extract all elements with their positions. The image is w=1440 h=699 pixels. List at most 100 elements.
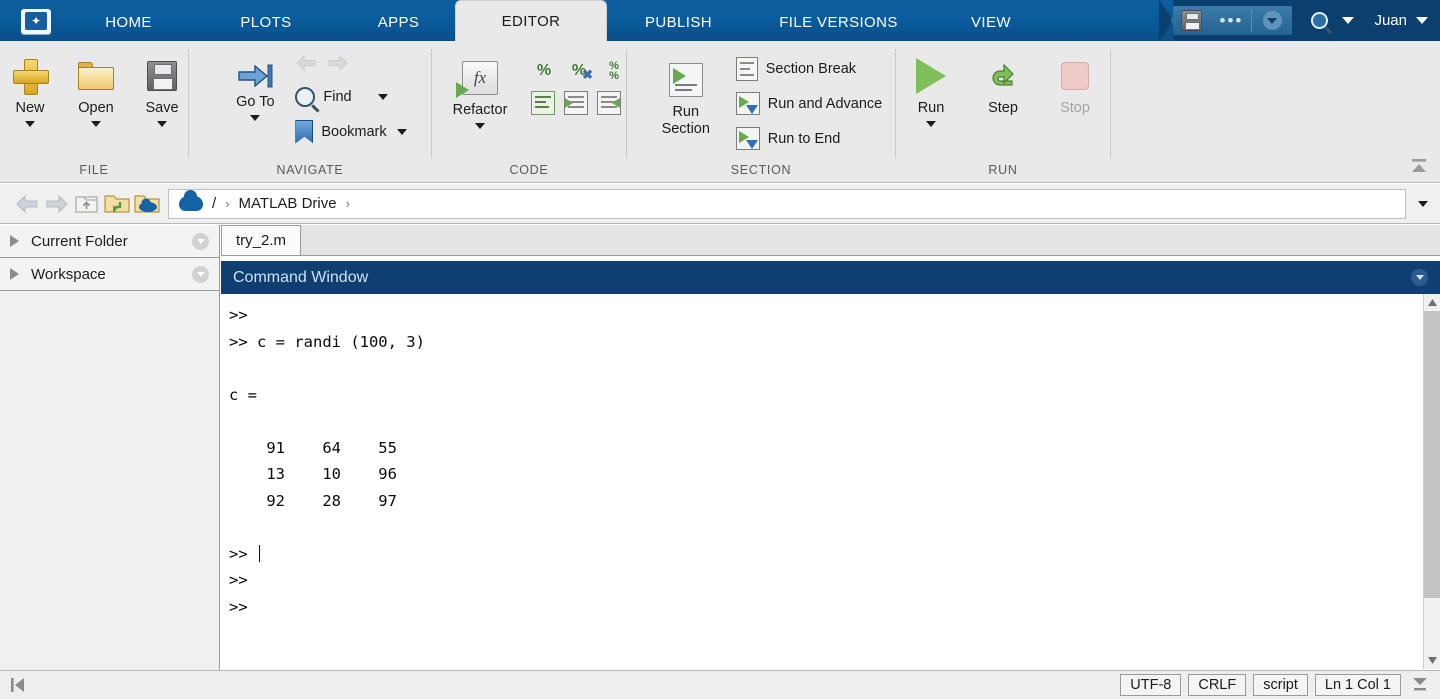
address-back-arrow-icon[interactable] <box>12 191 42 217</box>
matlab-logo-icon[interactable]: ✦ <box>16 6 56 36</box>
workspace-options-icon[interactable] <box>192 265 209 283</box>
status-line-ending[interactable]: CRLF <box>1188 674 1247 696</box>
ribbon-toolstrip: New Open Save FILE Go To Find Bookmark N… <box>0 41 1440 183</box>
command-window-output: >> >> c = randi (100, 3) c = 91 64 55 13… <box>221 294 1440 620</box>
run-and-advance-button[interactable]: Run and Advance <box>732 86 886 121</box>
cw-line-10: >> <box>229 571 248 589</box>
collapse-ribbon-icon[interactable] <box>1408 156 1430 176</box>
circle-chevron-down-icon[interactable] <box>1252 6 1292 35</box>
tab-file-versions[interactable]: FILE VERSIONS <box>751 4 926 41</box>
run-section-label-line2: Section <box>661 121 710 138</box>
collapse-status-icon[interactable] <box>1408 674 1432 696</box>
tab-view[interactable]: VIEW <box>926 4 1056 41</box>
cloud-icon <box>179 190 203 211</box>
bookmark-dropdown-chevron-down-icon[interactable] <box>396 128 407 135</box>
tab-apps[interactable]: APPS <box>341 4 456 41</box>
user-menu-chevron-down-icon[interactable] <box>1416 17 1428 24</box>
section-break-icon <box>735 56 758 81</box>
decrease-indent-icon[interactable] <box>597 91 621 115</box>
scroll-up-icon[interactable] <box>1424 294 1440 311</box>
command-window-scrollbar[interactable] <box>1423 294 1440 669</box>
user-name-label[interactable]: Juan <box>1374 12 1407 29</box>
command-window-title-bar: Command Window <box>221 261 1440 294</box>
go-to-button[interactable]: Go To <box>219 49 291 122</box>
tab-plots[interactable]: PLOTS <box>191 4 341 41</box>
address-dropdown-chevron-down-icon[interactable] <box>1406 189 1440 219</box>
run-to-end-button[interactable]: Run to End <box>732 121 886 156</box>
file-tab-try2m[interactable]: try_2.m <box>221 225 302 255</box>
run-button[interactable]: Run <box>899 49 963 128</box>
forward-arrow-icon[interactable] <box>327 54 349 77</box>
save-button[interactable]: Save <box>130 49 194 128</box>
browse-folder-icon[interactable] <box>102 191 132 217</box>
matlab-online-window: ✦ HOME PLOTS APPS EDITOR PUBLISH FILE VE… <box>0 0 1440 699</box>
collapse-panel-icon[interactable] <box>0 671 36 699</box>
cw-line-6: 13 10 96 <box>229 465 397 483</box>
current-folder-options-icon[interactable] <box>192 232 209 250</box>
open-button[interactable]: Open <box>64 49 128 128</box>
go-to-dropdown-chevron-down-icon[interactable] <box>250 115 261 122</box>
file-tab-label: try_2.m <box>236 232 287 249</box>
status-file-type[interactable]: script <box>1253 674 1308 696</box>
refactor-button[interactable]: fx Refactor <box>443 49 517 130</box>
cw-line-7: 92 28 97 <box>229 491 397 510</box>
address-field[interactable]: / › MATLAB Drive › <box>168 188 1406 219</box>
increase-indent-icon[interactable] <box>564 91 588 115</box>
stop-button-label: Stop <box>1060 100 1090 116</box>
new-button[interactable]: New <box>0 49 62 128</box>
new-button-label: New <box>15 100 45 116</box>
find-button[interactable]: Find <box>291 79 410 114</box>
breadcrumb-separator-icon-2: › <box>345 196 350 211</box>
uncomment-icon[interactable]: % ✖ <box>566 59 593 83</box>
expand-triangle-icon[interactable] <box>10 235 19 247</box>
search-icon[interactable] <box>1302 6 1336 35</box>
ribbon-group-code-label: CODE <box>509 163 549 177</box>
back-arrow-icon[interactable] <box>295 54 317 77</box>
qat-group: ••• <box>1171 6 1293 35</box>
refactor-dropdown-chevron-down-icon[interactable] <box>475 123 485 130</box>
stop-square-icon <box>1061 53 1089 99</box>
tab-publish[interactable]: PUBLISH <box>606 4 751 41</box>
floppy-save-icon[interactable] <box>1171 6 1211 35</box>
tab-home[interactable]: HOME <box>66 4 191 41</box>
save-dropdown-chevron-down-icon[interactable] <box>157 121 167 128</box>
status-bar: UTF-8 CRLF script Ln 1 Col 1 <box>0 670 1440 699</box>
open-dropdown-chevron-down-icon[interactable] <box>91 121 101 128</box>
qat-overflow-button[interactable]: ••• <box>1211 6 1251 35</box>
cw-line-11: >> <box>229 597 248 616</box>
cw-line-9: >> <box>229 544 248 563</box>
status-encoding[interactable]: UTF-8 <box>1120 674 1182 696</box>
command-window-body[interactable]: >> >> c = randi (100, 3) c = 91 64 55 13… <box>221 294 1440 669</box>
breadcrumb-matlab-drive[interactable]: MATLAB Drive <box>239 195 337 212</box>
sidebar-item-current-folder[interactable]: Current Folder <box>0 225 219 258</box>
search-dropdown-chevron-down-icon[interactable] <box>1336 17 1360 24</box>
stop-button: Stop <box>1043 49 1107 116</box>
bookmark-button[interactable]: Bookmark <box>291 114 410 149</box>
run-section-icon <box>668 57 703 103</box>
plus-icon <box>13 53 49 99</box>
command-window-title: Command Window <box>233 268 369 286</box>
scrollbar-thumb[interactable] <box>1424 311 1440 598</box>
command-window-options-icon[interactable] <box>1411 269 1428 286</box>
run-section-button[interactable]: Run Section <box>650 49 722 137</box>
find-dropdown-chevron-down-icon[interactable] <box>377 93 388 100</box>
refactor-fx-icon: fx <box>456 55 498 101</box>
tab-editor[interactable]: EDITOR <box>456 1 606 41</box>
new-dropdown-chevron-down-icon[interactable] <box>25 121 35 128</box>
tab-file-versions-label: FILE VERSIONS <box>779 14 898 31</box>
wrap-comments-icon[interactable]: %% <box>601 59 627 83</box>
cloud-folder-icon[interactable] <box>132 191 162 217</box>
run-dropdown-chevron-down-icon[interactable] <box>926 121 936 128</box>
status-cursor-position[interactable]: Ln 1 Col 1 <box>1314 674 1401 696</box>
breadcrumb-root[interactable]: / <box>212 195 216 212</box>
expand-triangle-icon[interactable] <box>10 268 19 280</box>
step-button[interactable]: Step <box>971 49 1035 116</box>
section-break-button[interactable]: Section Break <box>732 51 886 86</box>
address-forward-arrow-icon[interactable] <box>42 191 72 217</box>
up-one-level-icon[interactable] <box>72 191 102 217</box>
ribbon-group-section-label: SECTION <box>730 163 792 177</box>
comment-icon[interactable]: % <box>531 59 557 83</box>
sidebar-item-workspace[interactable]: Workspace <box>0 258 219 291</box>
scroll-down-icon[interactable] <box>1424 652 1440 669</box>
smart-indent-icon[interactable] <box>531 91 555 115</box>
